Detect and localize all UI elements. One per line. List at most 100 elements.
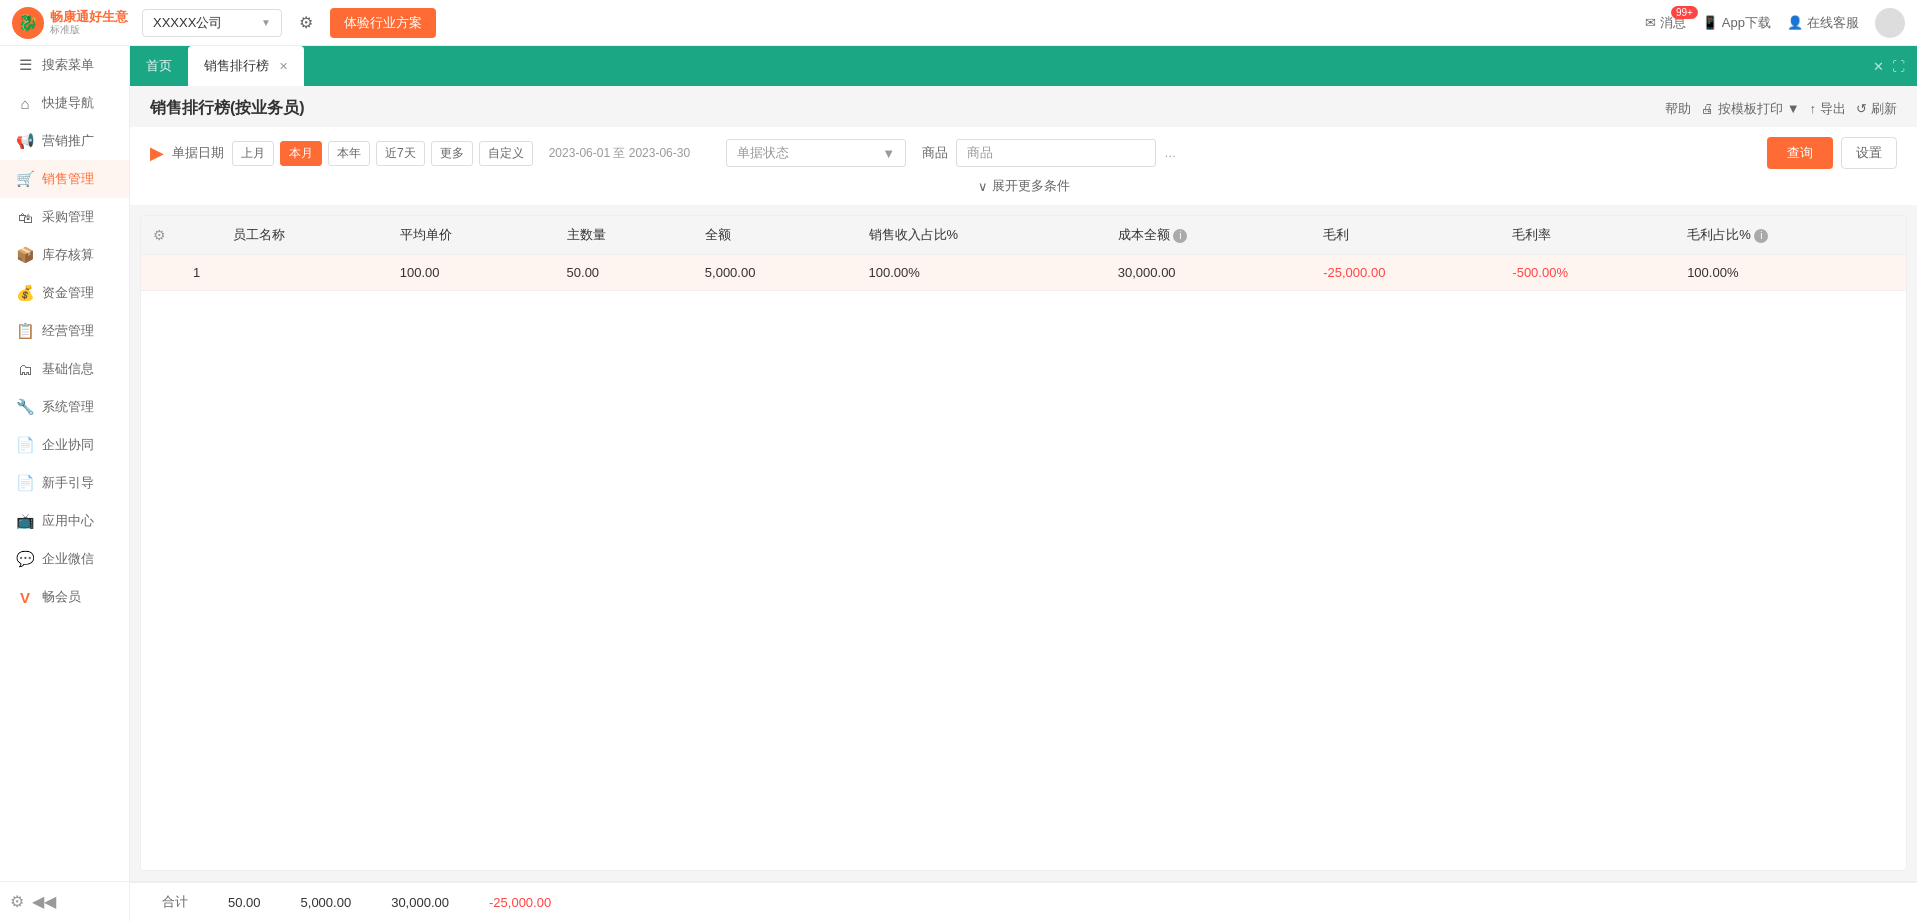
cell-settings	[141, 255, 181, 291]
purchase-icon: 🛍	[16, 209, 34, 226]
print-button[interactable]: 🖨 按模板打印 ▼	[1701, 100, 1800, 118]
query-button[interactable]: 查询	[1767, 137, 1833, 169]
filter-section: ▶ 单据日期 上月 本月 本年 近7天 更多 自定义 2023-06-01 至 …	[130, 127, 1917, 205]
status-filter[interactable]: 单据状态 ▼	[726, 139, 906, 167]
table-settings-icon[interactable]: ⚙	[153, 227, 166, 243]
sidebar-item-label: 畅会员	[42, 588, 81, 606]
date-btn-this-month[interactable]: 本月	[280, 141, 322, 166]
table-header-row: ⚙ 员工名称 平均单价 主数量 全额 销售收入占比% 成本全额 i 毛利 毛	[141, 216, 1906, 255]
col-avg-price: 平均单价	[388, 216, 555, 255]
download-icon: 📱	[1702, 15, 1718, 30]
sidebar-item-new-guide[interactable]: 📄 新手引导	[0, 464, 129, 502]
col-gross-pct: 毛利占比% i	[1675, 216, 1906, 255]
sidebar: ☰ 搜索菜单 ⌂ 快捷导航 📢 营销推广 🛒 销售管理 🛍 采购管理 📦 库	[0, 46, 130, 921]
cell-sales-pct: 100.00%	[857, 255, 1106, 291]
company-selector[interactable]: XXXXX公司 ▼	[142, 9, 282, 37]
wechat-icon: 💬	[16, 550, 34, 568]
sidebar-item-enterprise-wechat[interactable]: 💬 企业微信	[0, 540, 129, 578]
tab-home[interactable]: 首页	[130, 46, 188, 86]
trial-button[interactable]: 体验行业方案	[330, 8, 436, 38]
tab-sales-ranking-label: 销售排行榜	[204, 57, 269, 75]
date-btn-custom[interactable]: 自定义	[479, 141, 533, 166]
refresh-button[interactable]: ↺ 刷新	[1856, 100, 1897, 118]
fullscreen-icon[interactable]: ⛶	[1892, 59, 1905, 74]
sidebar-item-system-mgmt[interactable]: 🔧 系统管理	[0, 388, 129, 426]
app-center-icon: 📺	[16, 512, 34, 530]
close-icon[interactable]: ✕	[279, 60, 288, 73]
logo-text: 畅康通好生意 标准版	[50, 9, 128, 37]
print-icon: 🖨	[1701, 101, 1714, 116]
app-download-button[interactable]: 📱 App下载	[1702, 14, 1771, 32]
sidebar-item-quick-nav[interactable]: ⌂ 快捷导航	[0, 84, 129, 122]
sidebar-item-label: 经营管理	[42, 322, 94, 340]
page-title: 销售排行榜(按业务员)	[150, 98, 305, 119]
collapse-sidebar-icon[interactable]: ◀◀	[32, 892, 56, 911]
sidebar-item-vip[interactable]: V 畅会员	[0, 578, 129, 616]
date-btn-this-year[interactable]: 本年	[328, 141, 370, 166]
cell-gross-rate: -500.00%	[1500, 255, 1675, 291]
sidebar-item-sales-mgmt[interactable]: 🛒 销售管理	[0, 160, 129, 198]
col-rank	[181, 216, 221, 255]
footer-amount: 5,000.00	[301, 895, 352, 910]
logo-sub: 标准版	[50, 24, 128, 36]
cell-rank: 1	[181, 255, 221, 291]
table-footer: 合计 50.00 5,000.00 30,000.00 -25,000.00	[130, 881, 1917, 921]
date-range: 2023-06-01 至 2023-06-30	[549, 145, 690, 162]
system-icon: 🔧	[16, 398, 34, 416]
refresh-label: 刷新	[1871, 100, 1897, 118]
sidebar-item-finance[interactable]: 💰 资金管理	[0, 274, 129, 312]
sidebar-item-label: 快捷导航	[42, 94, 94, 112]
date-btn-last-month[interactable]: 上月	[232, 141, 274, 166]
expand-arrow-icon[interactable]: ▶	[150, 142, 164, 164]
sidebar-item-label: 资金管理	[42, 284, 94, 302]
settings-button[interactable]: 设置	[1841, 137, 1897, 169]
cell-employee	[221, 255, 388, 291]
sidebar-item-search-order[interactable]: ☰ 搜索菜单	[0, 46, 129, 84]
col-employee: 员工名称	[221, 216, 388, 255]
table-container: ⚙ 员工名称 平均单价 主数量 全额 销售收入占比% 成本全额 i 毛利 毛	[140, 215, 1907, 871]
sidebar-item-basic-info[interactable]: 🗂 基础信息	[0, 350, 129, 388]
goods-placeholder: 商品	[967, 144, 1145, 162]
sidebar-item-marketing[interactable]: 📢 营销推广	[0, 122, 129, 160]
main-content: 销售排行榜(按业务员) 帮助 🖨 按模板打印 ▼ ↑ 导出	[130, 86, 1917, 921]
expand-more-label: 展开更多条件	[992, 177, 1070, 195]
page-actions: 帮助 🖨 按模板打印 ▼ ↑ 导出 ↺ 刷新	[1665, 100, 1897, 118]
date-btn-7days[interactable]: 近7天	[376, 141, 425, 166]
message-button[interactable]: ✉ 消息 99+	[1645, 14, 1686, 32]
date-options: 上月 本月 本年 近7天 更多 自定义	[232, 141, 533, 166]
col-settings[interactable]: ⚙	[141, 216, 181, 255]
sidebar-item-enterprise-collab[interactable]: 📄 企业协同	[0, 426, 129, 464]
data-table: ⚙ 员工名称 平均单价 主数量 全额 销售收入占比% 成本全额 i 毛利 毛	[141, 216, 1906, 291]
sidebar-item-inventory[interactable]: 📦 库存核算	[0, 236, 129, 274]
tab-sales-ranking[interactable]: 销售排行榜 ✕	[188, 46, 304, 86]
sidebar-item-purchase-mgmt[interactable]: 🛍 采购管理	[0, 198, 129, 236]
sidebar-bottom: ⚙ ◀◀	[0, 881, 129, 921]
page-header: 销售排行榜(按业务员) 帮助 🖨 按模板打印 ▼ ↑ 导出	[130, 86, 1917, 127]
logo-area: 🐉 畅康通好生意 标准版	[12, 7, 132, 39]
expand-down-icon: ∨	[978, 179, 988, 194]
settings-icon[interactable]: ⚙	[292, 9, 320, 37]
sidebar-item-app-center[interactable]: 📺 应用中心	[0, 502, 129, 540]
date-btn-more[interactable]: 更多	[431, 141, 473, 166]
export-button[interactable]: ↑ 导出	[1810, 100, 1847, 118]
sidebar-item-label: 库存核算	[42, 246, 94, 264]
message-badge: 99+	[1671, 6, 1698, 19]
sidebar-item-operations[interactable]: 📋 经营管理	[0, 312, 129, 350]
expand-more-button[interactable]: ∨ 展开更多条件	[978, 177, 1070, 195]
sidebar-item-label: 搜索菜单	[42, 56, 94, 74]
company-name: XXXXX公司	[153, 14, 257, 32]
cost-info-icon: i	[1173, 229, 1187, 243]
close-window-icon[interactable]: ✕	[1873, 59, 1884, 74]
help-button[interactable]: 帮助	[1665, 100, 1691, 118]
avatar[interactable]	[1875, 8, 1905, 38]
sidebar-item-label: 营销推广	[42, 132, 94, 150]
more-filters-icon[interactable]: …	[1164, 146, 1176, 160]
sidebar-item-label: 销售管理	[42, 170, 94, 188]
online-service-button[interactable]: 👤 在线客服	[1787, 14, 1859, 32]
goods-label: 商品	[922, 144, 948, 162]
goods-filter[interactable]: 商品	[956, 139, 1156, 167]
status-chevron-icon: ▼	[882, 146, 895, 161]
cell-cost: 30,000.00	[1106, 255, 1311, 291]
settings-bottom-icon[interactable]: ⚙	[10, 892, 24, 911]
sidebar-item-label: 应用中心	[42, 512, 94, 530]
